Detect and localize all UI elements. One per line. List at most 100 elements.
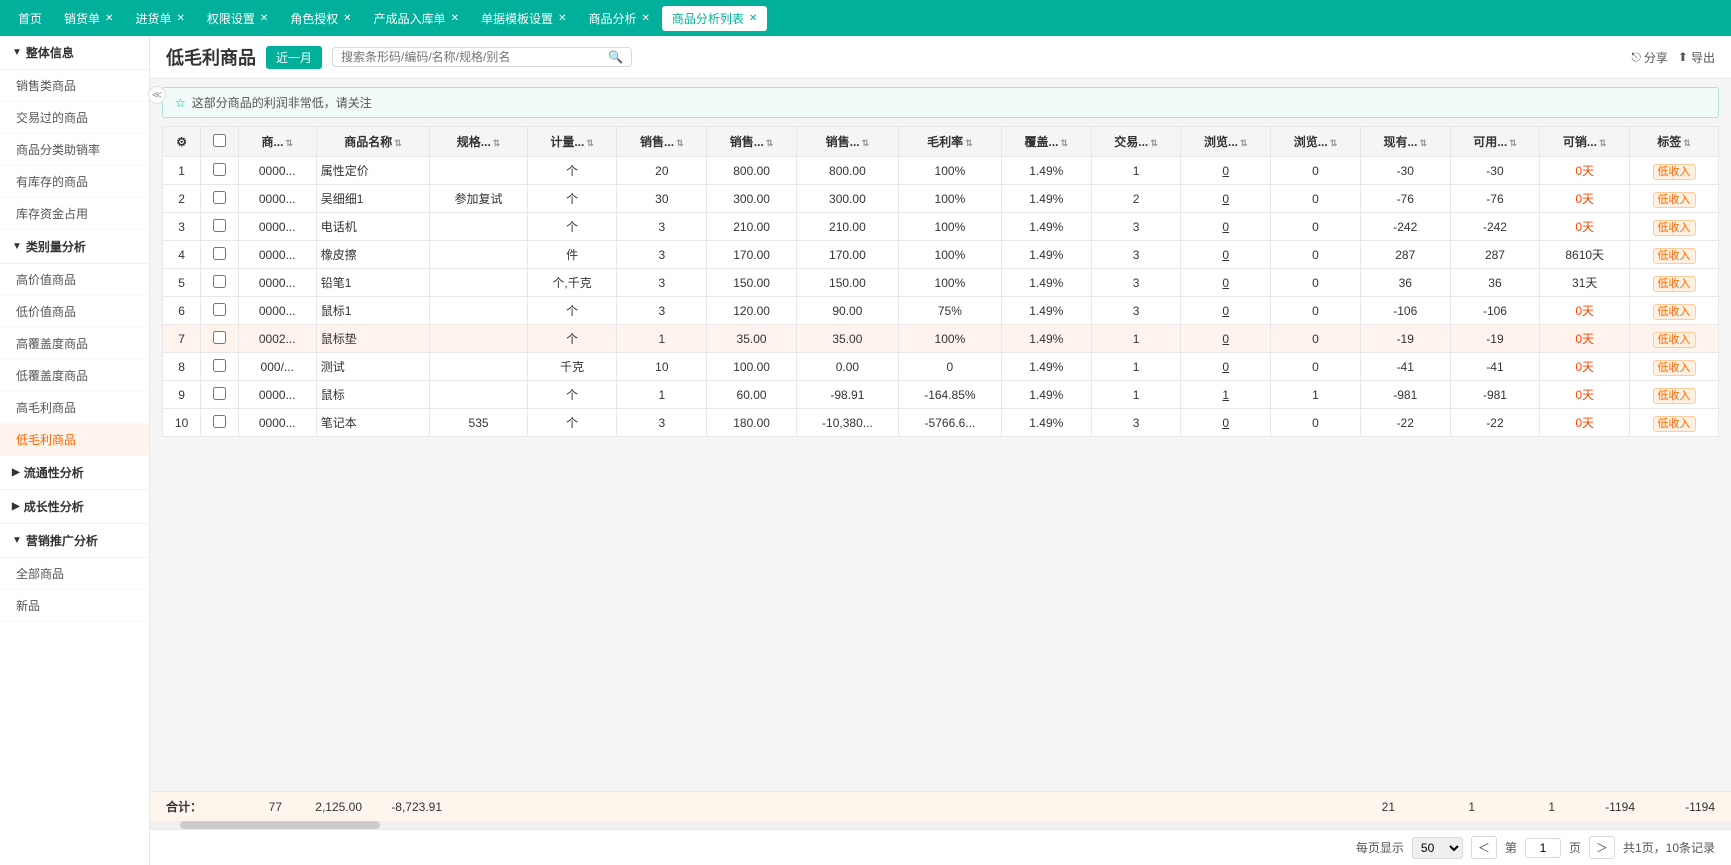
row-view1[interactable]: 0: [1181, 353, 1271, 381]
col-stock[interactable]: 现有...⇅: [1360, 127, 1450, 157]
row-view1[interactable]: 0: [1181, 297, 1271, 325]
col-coverage[interactable]: 覆盖...⇅: [1001, 127, 1091, 157]
row-sale-amount: 120.00: [707, 297, 797, 325]
sidebar-item-all-goods[interactable]: 全部商品: [0, 558, 149, 590]
col-unit[interactable]: 计量...⇅: [527, 127, 617, 157]
col-settings[interactable]: ⚙: [163, 127, 201, 157]
sidebar-item-category-rate[interactable]: 商品分类助销率: [0, 134, 149, 166]
col-gross-margin[interactable]: 毛利率⇅: [898, 127, 1001, 157]
sidebar-section-overall[interactable]: ▼ 整体信息: [0, 36, 149, 70]
row-view1[interactable]: 0: [1181, 241, 1271, 269]
prev-page-button[interactable]: ＜: [1471, 836, 1497, 859]
row-view1[interactable]: 0: [1181, 157, 1271, 185]
row-checkbox[interactable]: [201, 185, 239, 213]
row-select-checkbox[interactable]: [213, 415, 226, 428]
close-icon[interactable]: ✕: [558, 13, 566, 24]
row-select-checkbox[interactable]: [213, 247, 226, 260]
sidebar-item-capital[interactable]: 库存资金占用: [0, 198, 149, 230]
sidebar-section-marketing[interactable]: ▼ 营销推广分析: [0, 524, 149, 558]
close-icon[interactable]: ✕: [176, 13, 184, 24]
row-view1[interactable]: 0: [1181, 409, 1271, 437]
sidebar-item-sales-goods[interactable]: 销售类商品: [0, 70, 149, 102]
horizontal-scrollbar[interactable]: [150, 821, 1731, 829]
page-input[interactable]: [1525, 838, 1561, 858]
row-checkbox[interactable]: [201, 297, 239, 325]
sidebar-section-category[interactable]: ▼ 类别量分析: [0, 230, 149, 264]
row-view1[interactable]: 0: [1181, 325, 1271, 353]
col-trade-count[interactable]: 交易...⇅: [1091, 127, 1181, 157]
sidebar-item-high-value[interactable]: 高价值商品: [0, 264, 149, 296]
sidebar-item-traded-goods[interactable]: 交易过的商品: [0, 102, 149, 134]
sidebar-item-low-coverage[interactable]: 低覆盖度商品: [0, 360, 149, 392]
nav-item-analysis[interactable]: 商品分析 ✕: [578, 6, 659, 31]
close-icon[interactable]: ✕: [343, 13, 351, 24]
col-name[interactable]: 商品名称⇅: [316, 127, 430, 157]
sidebar-collapse-button[interactable]: ≪: [148, 86, 166, 104]
col-view1[interactable]: 浏览...⇅: [1181, 127, 1271, 157]
row-select-checkbox[interactable]: [213, 303, 226, 316]
close-icon[interactable]: ✕: [260, 13, 268, 24]
scrollbar-thumb[interactable]: [180, 821, 380, 829]
col-code[interactable]: 商...⇅: [238, 127, 316, 157]
row-checkbox[interactable]: [201, 269, 239, 297]
close-icon[interactable]: ✕: [749, 13, 757, 24]
row-select-checkbox[interactable]: [213, 331, 226, 344]
row-view1[interactable]: 0: [1181, 185, 1271, 213]
row-checkbox[interactable]: [201, 157, 239, 185]
row-select-checkbox[interactable]: [213, 359, 226, 372]
col-saleable[interactable]: 可销...⇅: [1540, 127, 1630, 157]
col-available[interactable]: 可用...⇅: [1450, 127, 1540, 157]
nav-item-permission[interactable]: 权限设置 ✕: [197, 6, 278, 31]
col-sale-qty[interactable]: 销售...⇅: [617, 127, 707, 157]
nav-item-stock-in[interactable]: 产成品入库单 ✕: [364, 6, 469, 31]
row-select-checkbox[interactable]: [213, 275, 226, 288]
nav-item-home[interactable]: 首页: [8, 6, 52, 31]
row-checkbox[interactable]: [201, 381, 239, 409]
close-icon[interactable]: ✕: [451, 13, 459, 24]
sidebar-item-high-profit[interactable]: 高毛利商品: [0, 392, 149, 424]
row-view1[interactable]: 0: [1181, 213, 1271, 241]
row-view1[interactable]: 0: [1181, 269, 1271, 297]
sidebar-section-growth[interactable]: ▶ 成长性分析: [0, 490, 149, 524]
next-page-button[interactable]: ＞: [1589, 836, 1615, 859]
col-checkbox[interactable]: [201, 127, 239, 157]
sidebar-item-new-goods[interactable]: 新品: [0, 590, 149, 622]
row-checkbox[interactable]: [201, 353, 239, 381]
table-row: 6 0000... 鼠标1 个 3 120.00 90.00 75% 1.49%…: [163, 297, 1719, 325]
row-select-checkbox[interactable]: [213, 191, 226, 204]
row-checkbox[interactable]: [201, 213, 239, 241]
sidebar-item-in-stock[interactable]: 有库存的商品: [0, 166, 149, 198]
export-button[interactable]: ⬆ 导出: [1678, 49, 1715, 66]
col-tag[interactable]: 标签⇅: [1630, 127, 1719, 157]
sidebar-item-low-profit[interactable]: 低毛利商品: [0, 424, 149, 456]
filter-button[interactable]: 近一月: [266, 46, 322, 69]
row-select-checkbox[interactable]: [213, 387, 226, 400]
row-view1[interactable]: 1: [1181, 381, 1271, 409]
col-sale-amount[interactable]: 销售...⇅: [707, 127, 797, 157]
col-sale-profit[interactable]: 销售...⇅: [796, 127, 898, 157]
share-button[interactable]: ⎋ 分享: [1631, 49, 1668, 66]
row-checkbox[interactable]: [201, 325, 239, 353]
search-icon[interactable]: 🔍: [608, 50, 623, 64]
nav-item-sales[interactable]: 销货单 ✕: [54, 6, 123, 31]
sidebar-section-flow[interactable]: ▶ 流通性分析: [0, 456, 149, 490]
nav-item-analysis-list[interactable]: 商品分析列表 ✕: [662, 6, 767, 31]
row-checkbox[interactable]: [201, 241, 239, 269]
sidebar-item-low-value[interactable]: 低价值商品: [0, 296, 149, 328]
row-checkbox[interactable]: [201, 409, 239, 437]
select-all-checkbox[interactable]: [213, 134, 226, 147]
row-no: 1: [163, 157, 201, 185]
nav-item-role[interactable]: 角色授权 ✕: [280, 6, 361, 31]
nav-item-template[interactable]: 单据模板设置 ✕: [471, 6, 576, 31]
col-view2[interactable]: 浏览...⇅: [1271, 127, 1361, 157]
sidebar-item-high-coverage[interactable]: 高覆盖度商品: [0, 328, 149, 360]
search-input[interactable]: [341, 50, 603, 64]
page-size-select[interactable]: 50 100 200: [1412, 837, 1463, 859]
nav-item-purchase[interactable]: 进货单 ✕: [125, 6, 194, 31]
close-icon[interactable]: ✕: [641, 13, 649, 24]
col-spec[interactable]: 规格...⇅: [430, 127, 527, 157]
close-icon[interactable]: ✕: [105, 13, 113, 24]
row-select-checkbox[interactable]: [213, 219, 226, 232]
row-select-checkbox[interactable]: [213, 163, 226, 176]
row-spec: [430, 325, 527, 353]
